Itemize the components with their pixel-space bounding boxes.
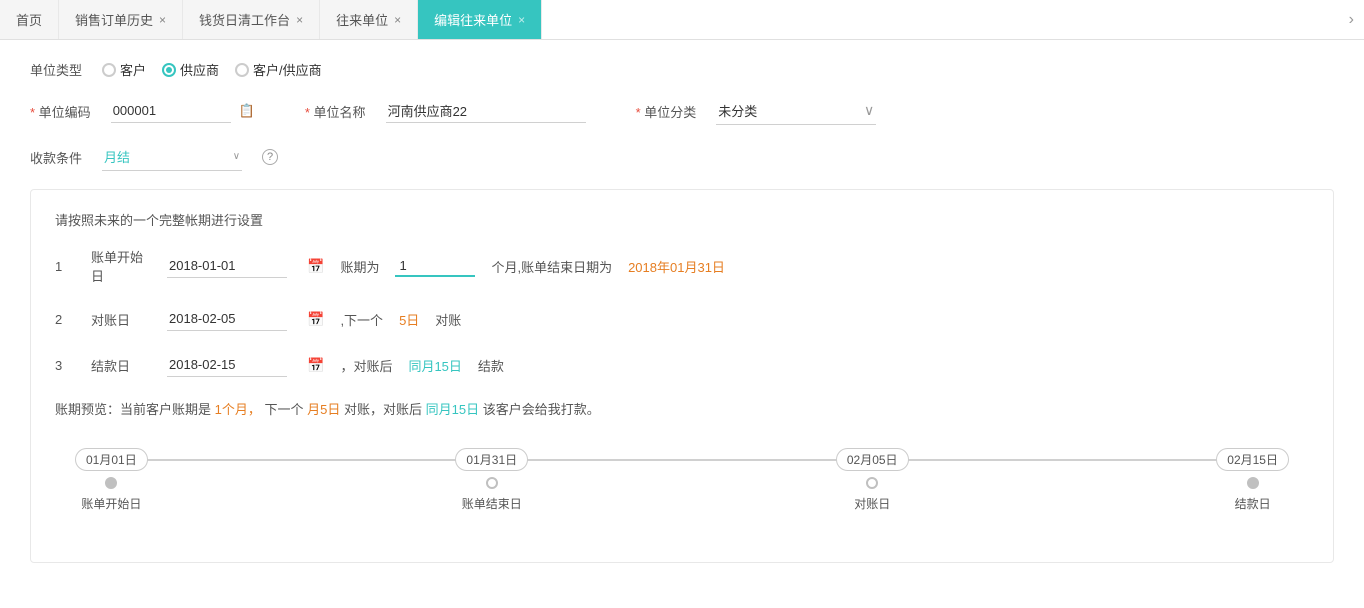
- category-dropdown-icon[interactable]: ∨: [864, 102, 874, 119]
- timeline-badge-2: 02月05日: [836, 448, 909, 471]
- unit-type-radio-group: 客户 供应商 客户/供应商: [102, 60, 322, 79]
- period-row-3: 3 结款日 📅 ，对账后 同月15日 结款: [55, 353, 1309, 377]
- timeline: 01月01日 账单开始日 01月31日 账单结束日 02月05日 对账日 02月…: [55, 438, 1309, 542]
- help-icon[interactable]: ?: [262, 149, 278, 165]
- calendar-icon-3[interactable]: 📅: [307, 357, 324, 374]
- tab-partner-unit[interactable]: 往来单位 ×: [320, 0, 418, 39]
- unit-name-label: 单位名称: [305, 102, 366, 121]
- preview-highlight1: 1个月，: [215, 402, 261, 417]
- tab-edit-partner-unit-close[interactable]: ×: [518, 13, 525, 27]
- unit-code-label: 单位编码: [30, 102, 91, 121]
- period-end-date-highlight: 2018年01月31日: [628, 257, 725, 276]
- period-desc2-3: 结款: [478, 356, 504, 375]
- doc-icon[interactable]: 📋: [239, 103, 255, 119]
- radio-customer-circle: [102, 63, 116, 77]
- preview-highlight2: 月5日: [307, 402, 340, 417]
- main-content: 单位类型 客户 供应商 客户/供应商 单位编码 📋 单位名称 单位分类: [0, 40, 1364, 608]
- period-desc-2: ,下一个: [340, 310, 383, 329]
- radio-customer[interactable]: 客户: [102, 60, 146, 79]
- period-months-input[interactable]: [395, 256, 475, 277]
- tab-cash-work[interactable]: 钱货日清工作台 ×: [183, 0, 320, 39]
- tab-edit-partner-unit[interactable]: 编辑往来单位 ×: [418, 0, 542, 39]
- preview-text1: 下一个: [265, 402, 304, 417]
- period-desc-prefix-1: 账期为: [340, 257, 379, 276]
- payment-condition-arrow: ∨: [233, 151, 240, 162]
- timeline-points: 01月01日 账单开始日 01月31日 账单结束日 02月05日 对账日 02月…: [75, 448, 1289, 512]
- period-row-1: 1 账单开始日 📅 账期为 个月,账单结束日期为 2018年01月31日: [55, 247, 1309, 285]
- tabs-bar: 首页 销售订单历史 × 钱货日清工作台 × 往来单位 × 编辑往来单位 × ›: [0, 0, 1364, 40]
- radio-supplier[interactable]: 供应商: [162, 60, 219, 79]
- period-desc2-2: 对账: [435, 310, 461, 329]
- period-date-input-3[interactable]: [167, 353, 287, 377]
- period-num-3: 3: [55, 358, 75, 373]
- unit-type-row: 单位类型 客户 供应商 客户/供应商: [30, 60, 1334, 79]
- tab-cash-work-close[interactable]: ×: [296, 13, 303, 27]
- period-row2-highlight: 5日: [399, 310, 419, 329]
- timeline-dot-1: [486, 477, 498, 489]
- timeline-point-1: 01月31日 账单结束日: [455, 448, 528, 512]
- timeline-label-0: 账单开始日: [81, 495, 141, 512]
- period-date-input-2[interactable]: [167, 307, 287, 331]
- radio-supplier-circle: [162, 63, 176, 77]
- period-title: 请按照未来的一个完整帐期进行设置: [55, 210, 1309, 229]
- payment-condition-label: 收款条件: [30, 148, 82, 167]
- timeline-dot-0: [105, 477, 117, 489]
- period-date-input-1[interactable]: [167, 254, 287, 278]
- unit-name-input[interactable]: [386, 99, 586, 123]
- preview-text: 账期预览：当前客户账期是 1个月， 下一个 月5日 对账，对账后 同月15日 该…: [55, 399, 1309, 418]
- calendar-icon-1[interactable]: 📅: [307, 258, 324, 275]
- period-field-label-3: 结款日: [91, 356, 151, 375]
- timeline-point-2: 02月05日 对账日: [836, 448, 909, 512]
- period-settings-box: 请按照未来的一个完整帐期进行设置 1 账单开始日 📅 账期为 个月,账单结束日期…: [30, 189, 1334, 563]
- radio-supplier-label: 供应商: [180, 60, 219, 79]
- timeline-label-2: 对账日: [854, 495, 890, 512]
- period-row-2: 2 对账日 📅 ,下一个 5日 对账: [55, 307, 1309, 331]
- calendar-icon-2[interactable]: 📅: [307, 311, 324, 328]
- payment-condition-value: 月结: [104, 147, 229, 166]
- tabs-arrow[interactable]: ›: [1339, 0, 1364, 39]
- timeline-dot-3: [1247, 477, 1259, 489]
- timeline-badge-1: 01月31日: [455, 448, 528, 471]
- tab-partner-unit-close[interactable]: ×: [394, 13, 401, 27]
- timeline-dot-2: [866, 477, 878, 489]
- tab-home[interactable]: 首页: [0, 0, 59, 39]
- timeline-point-3: 02月15日 结款日: [1216, 448, 1289, 512]
- tab-partner-unit-label: 往来单位: [336, 10, 388, 29]
- payment-condition-select[interactable]: 月结 ∨: [102, 143, 242, 171]
- timeline-label-3: 结款日: [1235, 495, 1271, 512]
- radio-both-circle: [235, 63, 249, 77]
- preview-highlight3: 同月15日: [426, 402, 479, 417]
- payment-condition-row: 收款条件 月结 ∨ ?: [30, 143, 1334, 171]
- preview-text2: 对账，对账后: [344, 402, 422, 417]
- preview-suffix: 该客户会给我打款。: [483, 402, 600, 417]
- preview-prefix: 账期预览：当前客户账期是: [55, 402, 211, 417]
- period-desc-3: ，对账后: [340, 356, 392, 375]
- timeline-point-0: 01月01日 账单开始日: [75, 448, 148, 512]
- tab-cash-work-label: 钱货日清工作台: [199, 10, 290, 29]
- period-field-label-2: 对账日: [91, 310, 151, 329]
- tab-home-label: 首页: [16, 10, 42, 29]
- radio-customer-label: 客户: [120, 60, 146, 79]
- timeline-badge-0: 01月01日: [75, 448, 148, 471]
- tab-sales-order-history-close[interactable]: ×: [159, 13, 166, 27]
- unit-category-value: 未分类: [718, 101, 757, 120]
- tab-sales-order-history-label: 销售订单历史: [75, 10, 153, 29]
- radio-both-label: 客户/供应商: [253, 60, 322, 79]
- radio-both[interactable]: 客户/供应商: [235, 60, 322, 79]
- unit-type-label: 单位类型: [30, 60, 82, 79]
- unit-info-row: 单位编码 📋 单位名称 单位分类 未分类 ∨: [30, 97, 1334, 125]
- unit-code-input[interactable]: [111, 99, 231, 123]
- unit-category-label: 单位分类: [636, 102, 697, 121]
- timeline-label-1: 账单结束日: [462, 495, 522, 512]
- tab-edit-partner-unit-label: 编辑往来单位: [434, 10, 512, 29]
- timeline-badge-3: 02月15日: [1216, 448, 1289, 471]
- period-row3-highlight: 同月15日: [408, 356, 461, 375]
- period-num-1: 1: [55, 259, 75, 274]
- period-num-2: 2: [55, 312, 75, 327]
- period-desc-suffix-1: 个月,账单结束日期为: [491, 257, 612, 276]
- period-field-label-1: 账单开始日: [91, 247, 151, 285]
- tab-sales-order-history[interactable]: 销售订单历史 ×: [59, 0, 183, 39]
